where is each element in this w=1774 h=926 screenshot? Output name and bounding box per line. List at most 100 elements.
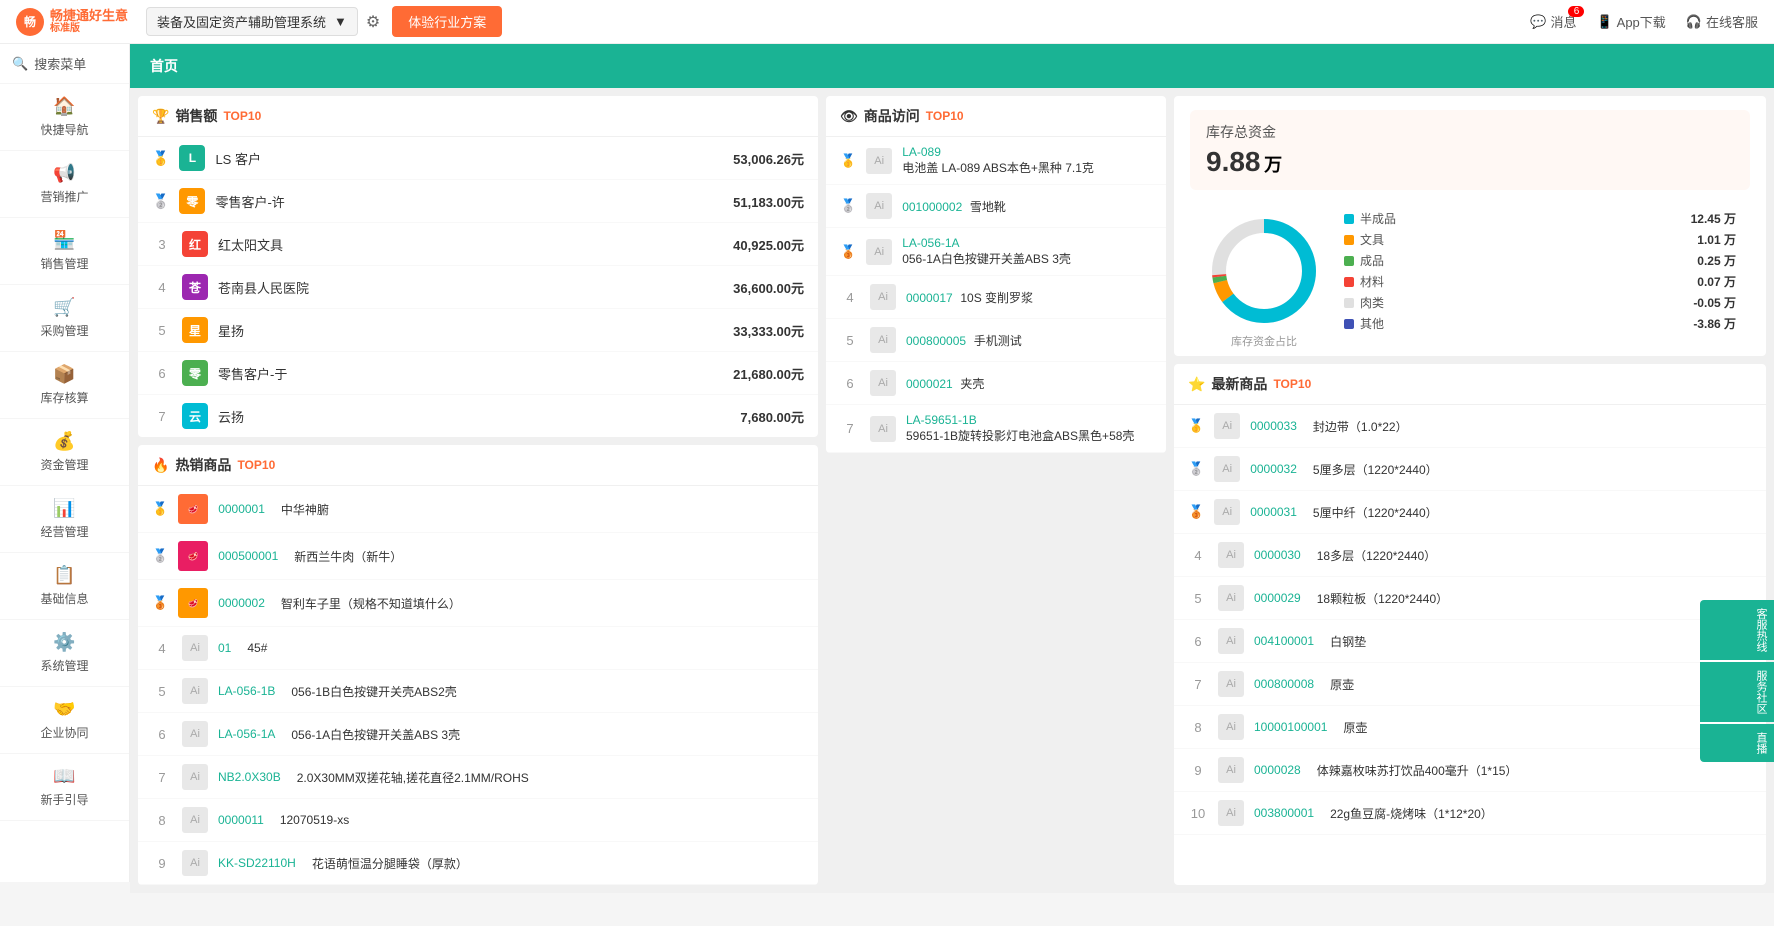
home-icon: 🏠 [53, 96, 75, 117]
view-rank-6: 6 [840, 376, 860, 391]
inventory-legend: 半成品 12.45 万 文具 1.01 万 成品 0 [1344, 210, 1736, 332]
view-name-7: 59651-1B旋转投影灯电池盒ABS黑色+58壳 [906, 427, 1152, 444]
hot-products-panel: 🔥 热销商品 TOP10 🥇 🥩 0000001 中华神腑 🥈 [138, 445, 818, 885]
sidebar-item-sales[interactable]: 🏪 销售管理 [0, 218, 129, 285]
hot-product-row-1: 🥇 🥩 0000001 中华神腑 [138, 486, 818, 533]
hot-product-img-3: 🥩 [178, 588, 208, 618]
avatar-3: 红 [182, 231, 208, 257]
float-service-hotline[interactable]: 客服热线 [1700, 600, 1774, 660]
customer-row-4: 4 苍 苍南县人民医院 36,600.00元 [138, 266, 818, 309]
new-name-3: 5厘中纤（1220*2440） [1313, 504, 1438, 521]
new-placeholder-9: Ai [1218, 757, 1244, 783]
hot-product-placeholder-7: Ai [182, 764, 208, 790]
avatar-6: 零 [182, 360, 208, 386]
new-product-row-6: 6 Ai 004100001 白钢垫 [1174, 620, 1766, 663]
customer-name-1: LS 客户 [215, 149, 723, 168]
avatar-2: 零 [179, 188, 205, 214]
new-placeholder-1: Ai [1214, 413, 1240, 439]
hot-product-row-3: 🥉 🥩 0000002 智利车子里（规格不知道填什么） [138, 580, 818, 627]
cart-icon: 🛒 [53, 297, 75, 318]
sidebar-label-finance: 资金管理 [40, 456, 88, 473]
view-rank-5: 5 [840, 333, 860, 348]
view-row-7: 7 Ai LA-59651-1B 59651-1B旋转投影灯电池盒ABS黑色+5… [826, 405, 1166, 453]
product-views-header: 👁 商品访问 TOP10 [826, 96, 1166, 137]
sidebar-item-basic[interactable]: 📋 基础信息 [0, 553, 129, 620]
app-download-item[interactable]: 📱 App下载 [1596, 12, 1665, 31]
legend-item-0: 半成品 12.45 万 [1344, 210, 1736, 227]
view-name-2: 雪地靴 [970, 200, 1006, 214]
hot-product-row-6: 6 Ai LA-056-1A 056-1A白色按键开关盖ABS 3壳 [138, 713, 818, 756]
hot-product-code-3: 0000002 [218, 596, 265, 610]
new-name-2: 5厘多层（1220*2440） [1313, 461, 1438, 478]
legend-label-5: 其他 [1360, 315, 1687, 332]
new-name-10: 22g鱼豆腐-烧烤味（1*12*20） [1330, 805, 1493, 822]
avatar-5: 星 [182, 317, 208, 343]
customer-name-5: 星扬 [218, 321, 723, 340]
hot-product-code-9: KK-SD22110H [218, 856, 296, 870]
float-service-community[interactable]: 服务社区 [1700, 662, 1774, 722]
logo-title: 畅捷通好生意 [50, 8, 128, 24]
legend-value-5: -3.86 万 [1693, 315, 1736, 332]
sidebar-item-finance[interactable]: 💰 资金管理 [0, 419, 129, 486]
new-placeholder-5: Ai [1218, 585, 1244, 611]
sidebar-search[interactable]: 🔍 搜索菜单 [0, 44, 129, 84]
customer-amount-5: 33,333.00元 [733, 321, 804, 340]
online-service-item[interactable]: 🎧 在线客服 [1686, 12, 1758, 31]
customer-row-3: 3 红 红太阳文具 40,925.00元 [138, 223, 818, 266]
rank-num-h6: 6 [152, 727, 172, 742]
hot-product-name-9: 花语萌恒温分腿睡袋（厚款） [312, 855, 804, 872]
new-product-row-5: 5 Ai 0000029 18颗粒板（1220*2440） [1174, 577, 1766, 620]
settings-icon[interactable]: ⚙ [366, 12, 380, 32]
tab-home[interactable]: 首页 [130, 44, 198, 88]
sidebar-label-quick-nav: 快捷导航 [40, 121, 88, 138]
customer-row-7: 7 云 云扬 7,680.00元 [138, 395, 818, 437]
new-name-4: 18多层（1220*2440） [1317, 547, 1436, 564]
logo-sub: 标准版 [50, 23, 128, 35]
legend-item-5: 其他 -3.86 万 [1344, 315, 1736, 332]
hot-product-row-5: 5 Ai LA-056-1B 056-1B白色按键开关壳ABS2壳 [138, 670, 818, 713]
sidebar-item-marketing[interactable]: 📢 营销推广 [0, 151, 129, 218]
sidebar-item-cooperation[interactable]: 🤝 企业协同 [0, 687, 129, 754]
view-name-3: 056-1A白色按键开关盖ABS 3壳 [902, 250, 1152, 267]
hot-product-name-7: 2.0X30MM双搓花轴,搓花直径2.1MM/ROHS [297, 769, 804, 786]
product-views-title: 商品访问 [864, 106, 920, 126]
new-name-7: 原壶 [1330, 676, 1354, 693]
sidebar-item-guide[interactable]: 📖 新手引导 [0, 754, 129, 821]
rank-num-h9: 9 [152, 856, 172, 871]
view-placeholder-2: Ai [866, 193, 892, 219]
inventory-amount-row: 9.88 万 [1206, 146, 1734, 178]
rank-num-3: 3 [152, 237, 172, 252]
rank-num-5: 5 [152, 323, 172, 338]
hot-product-placeholder-5: Ai [182, 678, 208, 704]
new-placeholder-10: Ai [1218, 800, 1244, 826]
new-rank-10: 10 [1188, 806, 1208, 821]
col-left: 🏆 销售额 TOP10 🥇 L LS 客户 53,006.26元 🥈 [138, 96, 818, 885]
float-service-live[interactable]: 直播 [1700, 724, 1774, 762]
sidebar-item-operations[interactable]: 📊 经营管理 [0, 486, 129, 553]
hot-product-placeholder-8: Ai [182, 807, 208, 833]
hot-product-code-2: 000500001 [218, 549, 278, 563]
inventory-unit: 万 [1264, 155, 1282, 175]
hot-product-placeholder-6: Ai [182, 721, 208, 747]
message-icon-item[interactable]: 💬 消息 6 [1530, 12, 1576, 31]
customer-name-2: 零售客户-许 [215, 192, 723, 211]
new-name-6: 白钢垫 [1330, 633, 1366, 650]
customer-amount-1: 53,006.26元 [733, 149, 804, 168]
view-placeholder-7: Ai [870, 416, 896, 442]
system-name: 装备及固定资产辅助管理系统 [157, 12, 326, 31]
hot-product-row-9: 9 Ai KK-SD22110H 花语萌恒温分腿睡袋（厚款） [138, 842, 818, 885]
donut-svg [1204, 211, 1324, 331]
sidebar-item-purchase[interactable]: 🛒 采购管理 [0, 285, 129, 352]
view-code-6: 0000021 [906, 377, 953, 391]
rank-num-h8: 8 [152, 813, 172, 828]
medal-2-icon: 🥈 [152, 193, 169, 210]
sidebar-item-quick-nav[interactable]: 🏠 快捷导航 [0, 84, 129, 151]
new-placeholder-6: Ai [1218, 628, 1244, 654]
sidebar-item-inventory[interactable]: 📦 库存核算 [0, 352, 129, 419]
customer-amount-4: 36,600.00元 [733, 278, 804, 297]
trial-button[interactable]: 体验行业方案 [392, 6, 502, 37]
new-product-row-8: 8 Ai 10000100001 原壶 [1174, 706, 1766, 749]
customer-amount-3: 40,925.00元 [733, 235, 804, 254]
sidebar-item-system[interactable]: ⚙️ 系统管理 [0, 620, 129, 687]
system-selector[interactable]: 装备及固定资产辅助管理系统 ▼ [146, 7, 358, 36]
